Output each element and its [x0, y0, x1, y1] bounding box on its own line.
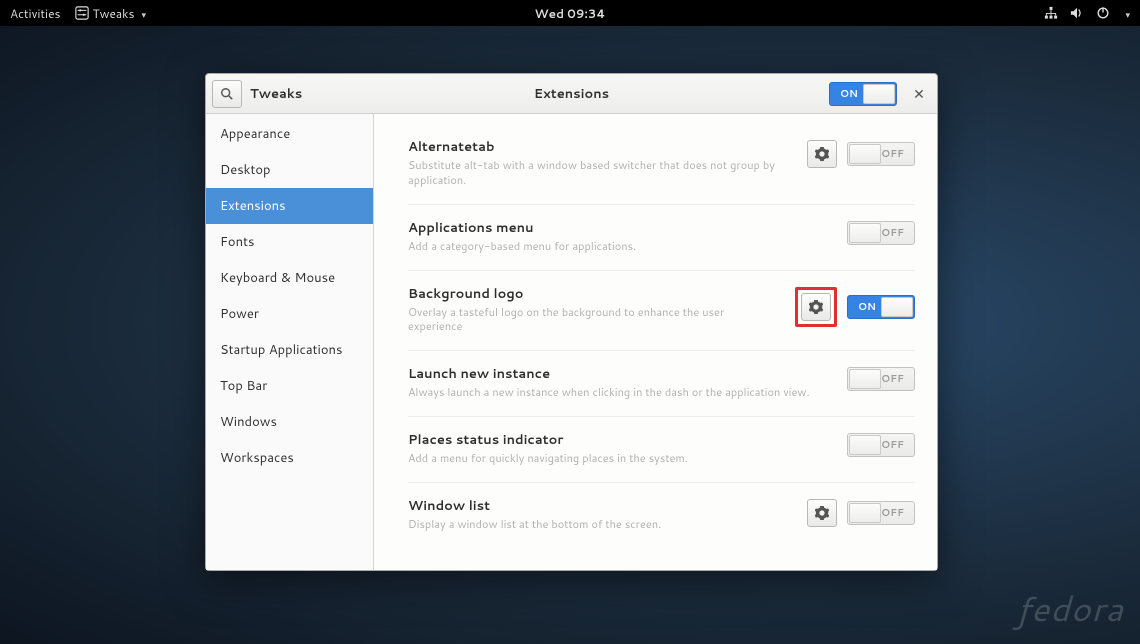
sidebar-item-power[interactable]: Power — [206, 296, 373, 332]
extension-row: Places status indicator Add a menu for qu… — [408, 417, 915, 483]
extension-row: Window list Display a window list at the … — [408, 483, 915, 548]
toggle-on-label: ON — [840, 87, 858, 101]
extension-row: Applications menu Add a category-based me… — [408, 205, 915, 271]
toggle-off-label: OFF — [881, 506, 904, 520]
extension-description: Substitute alt-tab with a window based s… — [408, 158, 791, 188]
tweaks-window: Tweaks Extensions ON ✕ Appearance Desktop… — [205, 73, 938, 571]
gear-icon — [809, 300, 823, 314]
sidebar-item-label: Extensions — [220, 197, 286, 215]
settings-button-highlight — [795, 287, 837, 327]
active-app-name: Tweaks — [93, 5, 135, 22]
extension-description: Overlay a tasteful logo on the backgroun… — [408, 305, 779, 335]
system-status-area[interactable] — [1044, 5, 1130, 22]
active-app-indicator[interactable]: Tweaks — [75, 5, 146, 22]
sidebar-item-windows[interactable]: Windows — [206, 404, 373, 440]
extension-settings-button[interactable] — [807, 140, 837, 168]
chevron-down-icon — [138, 5, 146, 22]
extension-description: Always launch a new instance when clicki… — [408, 385, 831, 400]
tweaks-app-icon — [75, 6, 89, 20]
toggle-handle — [849, 223, 881, 243]
extensions-list: Alternatetab Substitute alt-tab with a wi… — [374, 114, 937, 558]
extension-row: Launch new instance Always launch a new i… — [408, 351, 915, 417]
gear-icon — [815, 506, 829, 520]
search-button[interactable] — [212, 80, 242, 108]
extension-actions: OFF — [847, 365, 915, 391]
sidebar: Appearance Desktop Extensions Fonts Keyboard… — [206, 114, 374, 570]
sidebar-item-desktop[interactable]: Desktop — [206, 152, 373, 188]
sidebar-item-label: Fonts — [220, 233, 254, 251]
sidebar-item-label: Windows — [220, 413, 277, 431]
toggle-handle — [881, 297, 913, 317]
activities-button[interactable]: Activities — [10, 5, 61, 22]
sidebar-item-keyboard-mouse[interactable]: Keyboard & Mouse — [206, 260, 373, 296]
sidebar-item-top-bar[interactable]: Top Bar — [206, 368, 373, 404]
wallpaper-watermark: fedora — [1017, 584, 1124, 632]
gnome-topbar: Activities Tweaks Wed 09:34 — [0, 0, 1140, 26]
extension-title: Applications menu — [408, 219, 831, 237]
chevron-down-icon — [1122, 5, 1130, 22]
sidebar-item-label: Appearance — [220, 125, 290, 143]
extension-title: Launch new instance — [408, 365, 831, 383]
sidebar-item-extensions[interactable]: Extensions — [206, 188, 373, 224]
gear-icon — [815, 147, 829, 161]
extension-actions: ON — [795, 285, 915, 327]
sidebar-item-label: Keyboard & Mouse — [220, 269, 335, 287]
extension-toggle[interactable]: OFF — [847, 433, 915, 457]
app-title: Tweaks — [250, 85, 302, 103]
extension-actions: OFF — [847, 219, 915, 245]
sidebar-item-workspaces[interactable]: Workspaces — [206, 440, 373, 476]
sidebar-item-appearance[interactable]: Appearance — [206, 116, 373, 152]
page-title: Extensions — [534, 85, 609, 103]
extension-description: Add a category-based menu for applicatio… — [408, 239, 831, 254]
toggle-off-label: OFF — [881, 438, 904, 452]
sidebar-item-label: Desktop — [220, 161, 271, 179]
clock[interactable]: Wed 09:34 — [535, 5, 606, 22]
toggle-on-label: ON — [858, 300, 876, 314]
extensions-master-toggle[interactable]: ON — [829, 82, 897, 106]
toggle-off-label: OFF — [881, 372, 904, 386]
sidebar-item-label: Top Bar — [220, 377, 267, 395]
extension-description: Display a window list at the bottom of t… — [408, 517, 791, 532]
extension-toggle[interactable]: OFF — [847, 367, 915, 391]
extension-toggle[interactable]: OFF — [847, 501, 915, 525]
toggle-off-label: OFF — [881, 147, 904, 161]
network-icon — [1044, 6, 1058, 20]
extension-title: Alternatetab — [408, 138, 791, 156]
toggle-handle — [849, 503, 881, 523]
toggle-handle — [849, 369, 881, 389]
toggle-handle — [849, 144, 881, 164]
toggle-handle — [863, 84, 895, 104]
extension-actions: OFF — [807, 497, 915, 527]
sidebar-item-label: Startup Applications — [220, 341, 342, 359]
extension-toggle[interactable]: ON — [847, 295, 915, 319]
extension-title: Background logo — [408, 285, 779, 303]
extension-toggle[interactable]: OFF — [847, 221, 915, 245]
window-titlebar: Tweaks Extensions ON ✕ — [206, 74, 937, 114]
toggle-handle — [849, 435, 881, 455]
extension-settings-button[interactable] — [807, 499, 837, 527]
extension-settings-button[interactable] — [801, 293, 831, 321]
extension-title: Places status indicator — [408, 431, 831, 449]
volume-icon — [1070, 6, 1084, 20]
toggle-off-label: OFF — [881, 226, 904, 240]
search-icon — [220, 87, 234, 101]
extension-title: Window list — [408, 497, 791, 515]
sidebar-item-label: Workspaces — [220, 449, 294, 467]
extension-row: Background logo Overlay a tasteful logo o… — [408, 271, 915, 352]
content-pane: Alternatetab Substitute alt-tab with a wi… — [374, 114, 937, 570]
sidebar-item-startup-applications[interactable]: Startup Applications — [206, 332, 373, 368]
power-icon — [1096, 6, 1110, 20]
extension-toggle[interactable]: OFF — [847, 142, 915, 166]
extension-description: Add a menu for quickly navigating places… — [408, 451, 831, 466]
extension-row: Alternatetab Substitute alt-tab with a wi… — [408, 124, 915, 205]
close-icon: ✕ — [913, 84, 925, 104]
sidebar-item-label: Power — [220, 305, 259, 323]
extension-actions: OFF — [847, 431, 915, 457]
window-close-button[interactable]: ✕ — [907, 82, 931, 106]
sidebar-item-fonts[interactable]: Fonts — [206, 224, 373, 260]
extension-actions: OFF — [807, 138, 915, 168]
